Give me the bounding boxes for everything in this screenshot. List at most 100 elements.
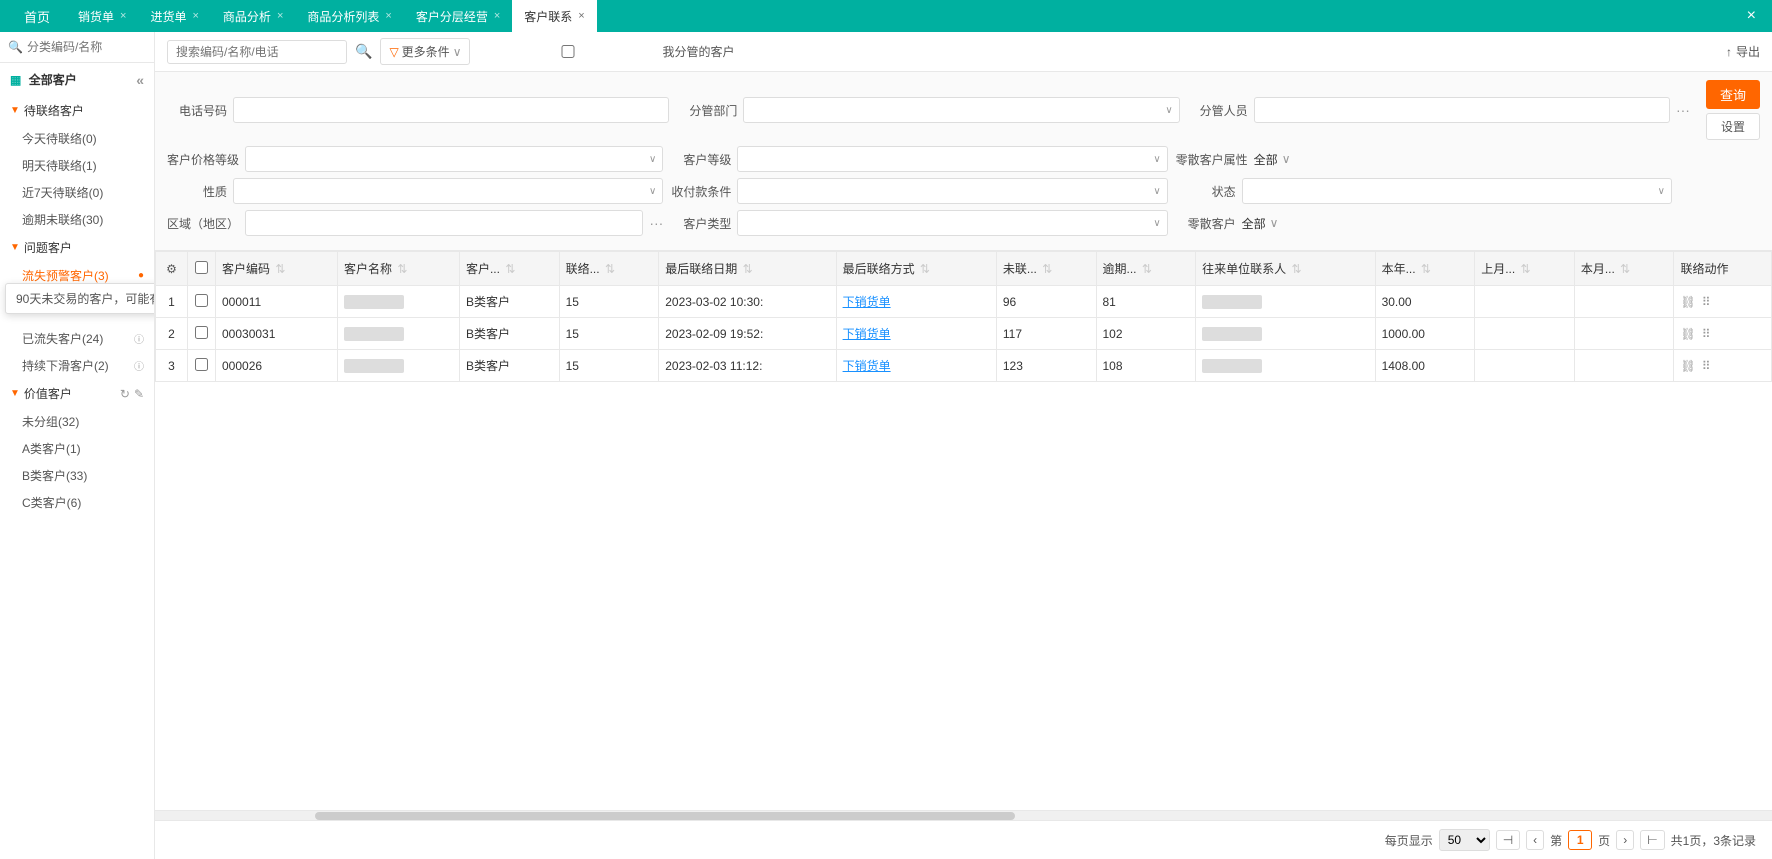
dept-select[interactable]: ∨ [743,97,1179,123]
sidebar-item-7days[interactable]: 近7天待联络(0) [0,179,154,206]
price-level-select[interactable]: ∨ [245,146,663,172]
row-last-method[interactable]: 下销货单 [836,318,996,350]
row-name [337,286,459,318]
sort-icon-2: ⇅ [397,262,407,276]
first-page-button[interactable]: ⊣ [1496,830,1520,850]
action-link-icon[interactable]: ⛓ [1680,295,1695,309]
export-button[interactable]: ↑ 导出 [1726,43,1760,60]
filter-button[interactable]: ▽ 更多条件 ∨ [380,38,470,65]
sidebar-item-tomorrow[interactable]: 明天待联络(1) [0,152,154,179]
nav-tab-2[interactable]: 商品分析 × [211,0,295,32]
prev-page-button[interactable]: ‹ [1526,830,1544,850]
nav-home[interactable]: 首页 [8,0,66,32]
row-last-method[interactable]: 下销货单 [836,286,996,318]
per-page-label: 每页显示 [1385,832,1433,849]
row-checkbox[interactable] [195,294,208,307]
person-select[interactable] [1254,97,1670,123]
nav-tab-1[interactable]: 进货单 × [138,0,210,32]
horizontal-scrollbar[interactable] [155,810,1772,820]
th-last-month: 上月... ⇅ [1475,252,1575,286]
action-more-icon[interactable]: ⠿ [1702,327,1711,341]
row-checkbox-cell[interactable] [188,318,216,350]
row-checkbox[interactable] [195,326,208,339]
action-link-icon[interactable]: ⛓ [1680,359,1695,373]
th-checkbox[interactable] [188,252,216,286]
row-seq: 2 [156,318,188,350]
sidebar-search-input[interactable] [27,40,146,54]
main-layout: 🔍 ▦ 全部客户 « ▼ 待联络客户 今天待联络(0) 明天待联络(1) 近7天… [0,32,1772,859]
arrow-icon: ▼ [10,105,20,116]
sidebar-item-ungroup[interactable]: 未分组(32) [0,408,154,435]
retail-arrow-icon[interactable]: ∨ [1270,216,1279,230]
close-tab-0-icon[interactable]: × [120,10,126,22]
payment-arrow-icon: ∨ [1153,186,1160,197]
region-input[interactable] [245,210,643,236]
filter-cell-nature: 性质 ∨ [167,178,663,204]
th-this-month: 本月... ⇅ [1574,252,1674,286]
per-page-select[interactable]: 50 100 [1439,829,1490,851]
sidebar-item-overdue[interactable]: 逾期未联络(30) [0,206,154,233]
my-customers-checkbox[interactable] [478,45,658,58]
sidebar-item-today[interactable]: 今天待联络(0) [0,125,154,152]
row-type: B类客户 [459,318,559,350]
row-code: 000026 [216,350,338,382]
cust-type-label: 客户类型 [671,215,731,232]
close-tab-1-icon[interactable]: × [192,10,198,22]
sidebar-search-icon: 🔍 [8,40,23,54]
sidebar-item-churned[interactable]: 已流失客户(24) ⓘ [0,325,154,352]
search-input[interactable] [167,40,347,64]
close-tab-4-icon[interactable]: × [494,10,500,22]
level-select[interactable]: ∨ [737,146,1167,172]
sidebar-all-customers[interactable]: ▦ 全部客户 « [0,63,154,96]
refresh-icon[interactable]: ↻ [120,387,130,401]
close-tab-2-icon[interactable]: × [277,10,283,22]
close-tab-5-icon[interactable]: × [578,10,584,22]
nature-select[interactable]: ∨ [233,178,663,204]
select-all-checkbox[interactable] [195,261,208,274]
toolbar: 🔍 ▽ 更多条件 ∨ 我分管的客户 ↑ 导出 [155,32,1772,72]
retail-label: 零散客户 [1176,215,1236,232]
sidebar-group-title-value[interactable]: ▼ 价值客户 ↻ ✎ [0,379,154,408]
nav-tab-4[interactable]: 客户分层经营 × [404,0,512,32]
nav-tab-5[interactable]: 客户联系 × [512,0,596,32]
row-checkbox-cell[interactable] [188,286,216,318]
sidebar-item-declining[interactable]: 持续下滑客户(2) ⓘ [0,352,154,379]
retail-attr-arrow-icon[interactable]: ∨ [1282,152,1291,166]
payment-label: 收付款条件 [671,183,731,200]
query-button[interactable]: 查询 [1706,80,1760,109]
action-more-icon[interactable]: ⠿ [1702,359,1711,373]
toolbar-search-icon[interactable]: 🔍 [355,43,372,60]
nav-tab-3[interactable]: 商品分析列表 × [295,0,403,32]
settings-button[interactable]: 设置 [1706,113,1760,140]
status-select[interactable]: ∨ [1242,178,1672,204]
cust-type-select[interactable]: ∨ [737,210,1167,236]
sidebar-item-b-class[interactable]: B类客户(33) [0,462,154,489]
next-page-button[interactable]: › [1616,830,1634,850]
column-settings-icon[interactable]: ⚙ [166,262,177,276]
row-code: 000011 [216,286,338,318]
row-checkbox[interactable] [195,358,208,371]
filter-panel: 电话号码 分管部门 ∨ 分管人员 ··· [155,72,1772,251]
close-tab-3-icon[interactable]: × [385,10,391,22]
action-more-icon[interactable]: ⠿ [1702,295,1711,309]
row-checkbox-cell[interactable] [188,350,216,382]
content-area: 🔍 ▽ 更多条件 ∨ 我分管的客户 ↑ 导出 电话号码 [155,32,1772,859]
sidebar-item-c-class[interactable]: C类客户(6) [0,489,154,516]
row-last-method[interactable]: 下销货单 [836,350,996,382]
sidebar-group-title-pending[interactable]: ▼ 待联络客户 [0,96,154,125]
nav-tab-0[interactable]: 销货单 × [66,0,138,32]
window-close-icon[interactable]: × [1739,7,1764,25]
sidebar-collapse-icon[interactable]: « [136,72,144,88]
region-dots-icon[interactable]: ··· [649,215,663,231]
th-settings[interactable]: ⚙ [156,252,188,286]
edit-icon[interactable]: ✎ [134,387,144,401]
sidebar-item-a-class[interactable]: A类客户(1) [0,435,154,462]
payment-select[interactable]: ∨ [737,178,1167,204]
scrollbar-thumb[interactable] [315,812,1015,820]
action-link-icon[interactable]: ⛓ [1680,327,1695,341]
pagination: 每页显示 50 100 ⊣ ‹ 第 1 页 › ⊢ 共1页，3条记录 [155,820,1772,859]
phone-input[interactable] [233,97,669,123]
sidebar-group-title-problem[interactable]: ▼ 问题客户 [0,233,154,262]
person-dots-icon[interactable]: ··· [1676,102,1690,118]
last-page-button[interactable]: ⊢ [1640,830,1664,850]
